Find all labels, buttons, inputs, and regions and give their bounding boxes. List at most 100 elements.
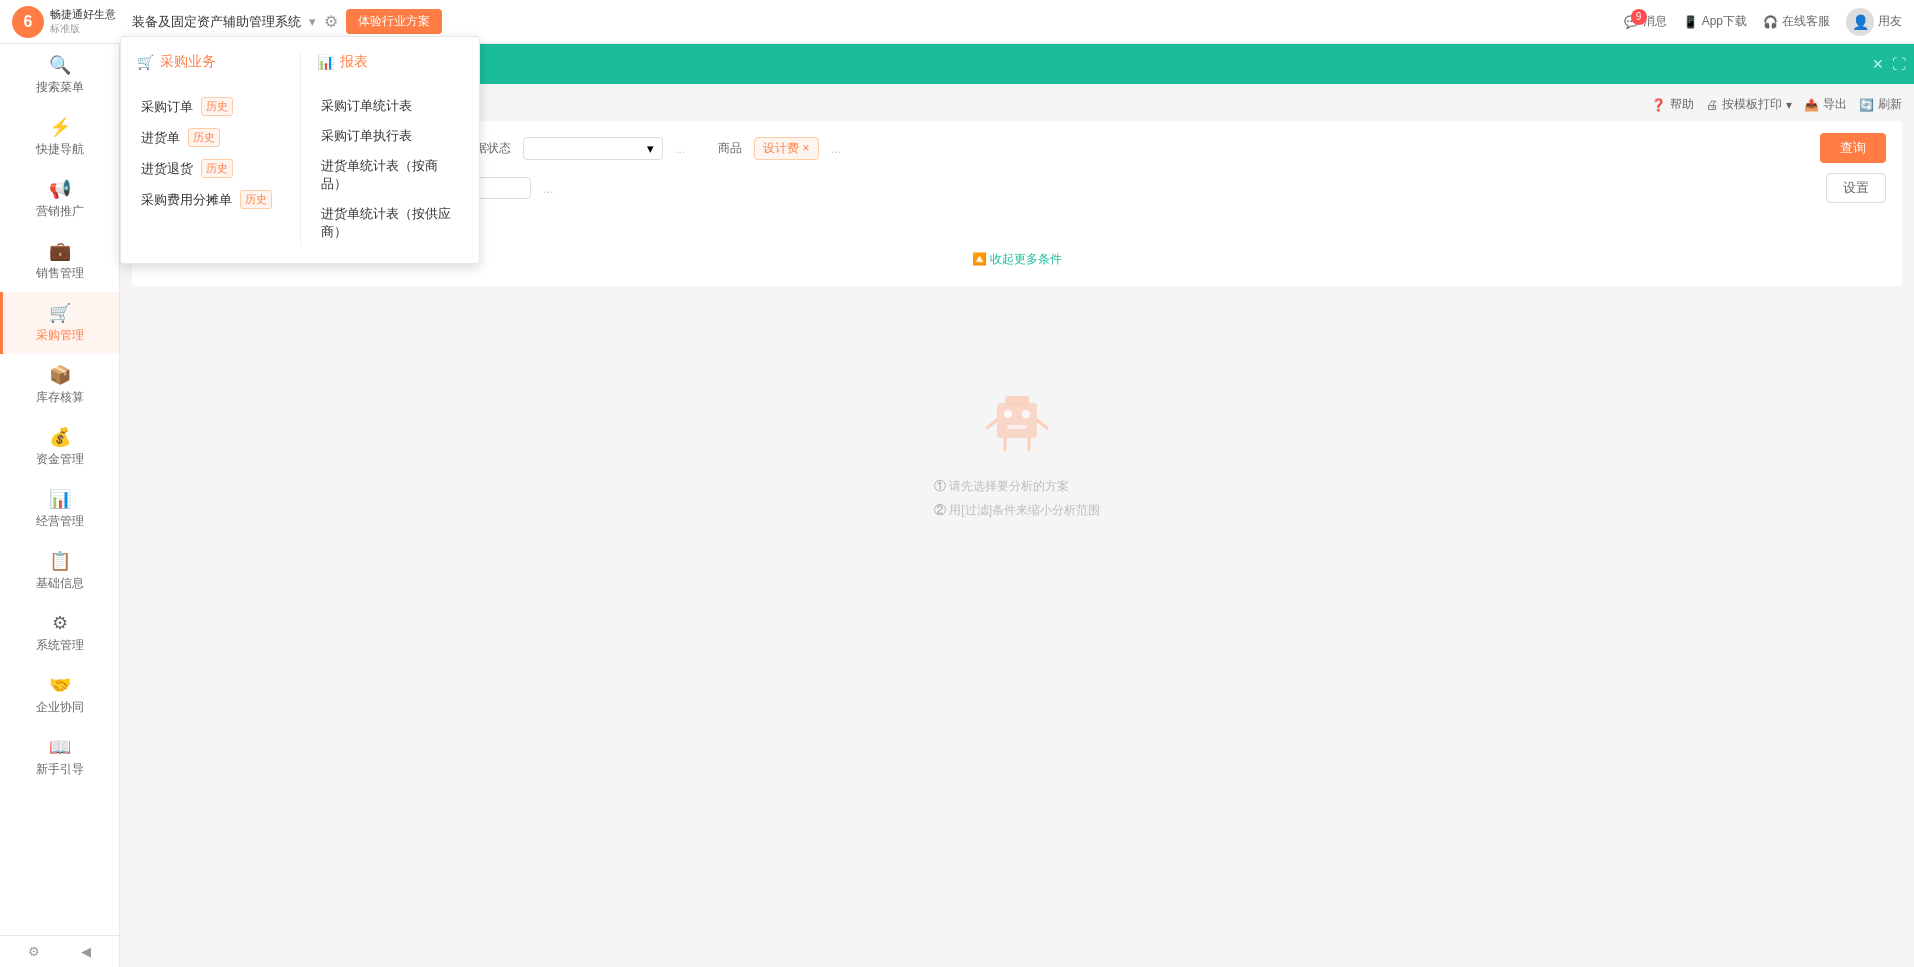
inbound-order-history[interactable]: 历史 bbox=[188, 128, 220, 147]
empty-state: ① 请先选择要分析的方案 ② 用[过滤]条件来缩小分析范围 bbox=[132, 298, 1902, 602]
sidebar-label-base: 基础信息 bbox=[36, 575, 84, 592]
logo-area: 6 畅捷通好生意 标准版 bbox=[12, 6, 132, 38]
app-download-item[interactable]: 📱 App下载 bbox=[1683, 13, 1747, 30]
sidebar-item-sales[interactable]: 💼 销售管理 bbox=[0, 230, 119, 292]
sidebar-item-finance[interactable]: 💰 资金管理 bbox=[0, 416, 119, 478]
goods-tag-close[interactable]: × bbox=[803, 141, 810, 155]
svg-line-7 bbox=[1037, 420, 1047, 428]
main-layout: 🔍 搜索菜单 ⚡ 快捷导航 📢 营销推广 💼 销售管理 🛒 采购管理 📦 库存核… bbox=[0, 44, 1914, 967]
headset-icon: 🎧 bbox=[1763, 15, 1778, 29]
sidebar-item-operation[interactable]: 📊 经营管理 bbox=[0, 478, 119, 540]
content-area: 首页 销售排行榜 × ✕ ⛶ ❓ 帮助 bbox=[120, 44, 1914, 967]
title-dropdown-icon[interactable]: ▾ bbox=[309, 14, 316, 29]
salesman-dots: ... bbox=[543, 181, 554, 196]
settings-icon[interactable]: ⚙ bbox=[324, 12, 338, 31]
empty-tip-2: ② 用[过滤]条件来缩小分析范围 bbox=[934, 498, 1100, 522]
avatar: 👤 bbox=[1846, 8, 1874, 36]
query-btn-area: 查询 bbox=[1820, 133, 1886, 163]
sidebar-item-guide[interactable]: 📖 新手引导 bbox=[0, 726, 119, 788]
empty-tip-1: ① 请先选择要分析的方案 bbox=[934, 474, 1100, 498]
window-close-icon[interactable]: ✕ bbox=[1872, 56, 1884, 72]
print-icon: 🖨 bbox=[1706, 98, 1718, 112]
svg-rect-0 bbox=[997, 403, 1037, 438]
svg-point-3 bbox=[1004, 410, 1012, 418]
dropdown-inbound-stat-goods[interactable]: 进货单统计表（按商品） bbox=[317, 151, 464, 199]
export-item[interactable]: 📤 导出 bbox=[1804, 96, 1847, 113]
msg-badge: 💬 9 bbox=[1624, 15, 1639, 29]
goods-tag: 设计费 × bbox=[754, 137, 819, 160]
dropdown-inbound-return[interactable]: 进货退货 历史 bbox=[137, 153, 284, 184]
print-item[interactable]: 🖨 按模板打印 ▾ bbox=[1706, 96, 1792, 113]
sidebar-label-cooperate: 企业协同 bbox=[36, 699, 84, 716]
message-item[interactable]: 💬 9 消息 bbox=[1624, 13, 1667, 30]
header-right: 💬 9 消息 📱 App下载 🎧 在线客服 👤 用友 bbox=[1624, 8, 1902, 36]
logo-text: 畅捷通好生意 bbox=[50, 7, 116, 21]
sales-icon: 💼 bbox=[49, 240, 71, 262]
online-service-item[interactable]: 🎧 在线客服 bbox=[1763, 13, 1830, 30]
query-btn[interactable]: 查询 bbox=[1820, 133, 1886, 163]
sidebar-item-cooperate[interactable]: 🤝 企业协同 bbox=[0, 664, 119, 726]
logo-icon: 6 bbox=[12, 6, 44, 38]
inbound-return-history[interactable]: 历史 bbox=[201, 159, 233, 178]
msg-count: 9 bbox=[1631, 9, 1647, 25]
sidebar: 🔍 搜索菜单 ⚡ 快捷导航 📢 营销推广 💼 销售管理 🛒 采购管理 📦 库存核… bbox=[0, 44, 120, 967]
sidebar-item-base[interactable]: 📋 基础信息 bbox=[0, 540, 119, 602]
quick-icon: ⚡ bbox=[49, 116, 71, 138]
sidebar-item-inventory[interactable]: 📦 库存核算 bbox=[0, 354, 119, 416]
industry-btn[interactable]: 体验行业方案 bbox=[346, 9, 442, 34]
collapse-icon: 🔼 bbox=[972, 252, 987, 266]
print-dropdown-icon: ▾ bbox=[1786, 98, 1792, 112]
sidebar-item-system[interactable]: ⚙ 系统管理 bbox=[0, 602, 119, 664]
goods-dots: ... bbox=[831, 141, 842, 156]
dropdown-purchase-section: 🛒 采购业务 采购订单 历史 进货单 历史 进货退货 历史 bbox=[137, 84, 284, 247]
sidebar-collapse-icon[interactable]: ◀ bbox=[81, 944, 91, 959]
system-icon: ⚙ bbox=[52, 612, 68, 634]
dropdown-inbound-order[interactable]: 进货单 历史 bbox=[137, 122, 284, 153]
operation-icon: 📊 bbox=[49, 488, 71, 510]
sidebar-label-inventory: 库存核算 bbox=[36, 389, 84, 406]
svg-rect-5 bbox=[1007, 425, 1027, 429]
dropdown-purchase-order[interactable]: 采购订单 历史 bbox=[137, 91, 284, 122]
sidebar-item-marketing[interactable]: 📢 营销推广 bbox=[0, 168, 119, 230]
search-icon: 🔍 bbox=[49, 54, 71, 76]
sidebar-label-purchase: 采购管理 bbox=[36, 327, 84, 344]
settings-btn-area: 设置 bbox=[1826, 173, 1886, 203]
sidebar-item-quick[interactable]: ⚡ 快捷导航 bbox=[0, 106, 119, 168]
sidebar-item-search[interactable]: 🔍 搜索菜单 bbox=[0, 44, 119, 106]
sidebar-label-operation: 经营管理 bbox=[36, 513, 84, 530]
help-label: 帮助 bbox=[1670, 96, 1694, 113]
guide-icon: 📖 bbox=[49, 736, 71, 758]
order-status-dropdown-icon: ▾ bbox=[647, 141, 654, 156]
sidebar-label-quick: 快捷导航 bbox=[36, 141, 84, 158]
system-title: 装备及固定资产辅助管理系统 bbox=[132, 13, 301, 31]
goods-label: 商品 bbox=[718, 140, 742, 157]
service-label: 在线客服 bbox=[1782, 13, 1830, 30]
app-label: App下载 bbox=[1702, 13, 1747, 30]
sidebar-settings-icon[interactable]: ⚙ bbox=[28, 944, 40, 959]
purchase-expense-history[interactable]: 历史 bbox=[240, 190, 272, 209]
phone-icon: 📱 bbox=[1683, 15, 1698, 29]
order-status-placeholder bbox=[532, 141, 643, 155]
dropdown-purchase-expense[interactable]: 采购费用分摊单 历史 bbox=[137, 184, 284, 215]
refresh-icon: 🔄 bbox=[1859, 98, 1874, 112]
order-status-input[interactable]: ▾ bbox=[523, 137, 663, 160]
window-maximize-icon[interactable]: ⛶ bbox=[1892, 56, 1906, 72]
page-content: ❓ 帮助 🖨 按模板打印 ▾ 📤 导出 🔄 刷新 bbox=[120, 84, 1914, 967]
sidebar-label-system: 系统管理 bbox=[36, 637, 84, 654]
sidebar-bottom: ⚙ ◀ bbox=[0, 935, 119, 967]
refresh-item[interactable]: 🔄 刷新 bbox=[1859, 96, 1902, 113]
dropdown-inbound-stat-supplier[interactable]: 进货单统计表（按供应商） bbox=[317, 199, 464, 247]
empty-tips: ① 请先选择要分析的方案 ② 用[过滤]条件来缩小分析范围 bbox=[934, 474, 1100, 522]
dropdown-purchase-order-exec[interactable]: 采购订单执行表 bbox=[317, 121, 464, 151]
sidebar-item-purchase[interactable]: 🛒 采购管理 bbox=[0, 292, 119, 354]
dropdown-purchase-order-stat[interactable]: 采购订单统计表 bbox=[317, 91, 464, 121]
help-item[interactable]: ❓ 帮助 bbox=[1651, 96, 1694, 113]
sidebar-label-guide: 新手引导 bbox=[36, 761, 84, 778]
settings-btn[interactable]: 设置 bbox=[1826, 173, 1886, 203]
dropdown-report-section: 📊 报表 采购订单统计表 采购订单执行表 进货单统计表（按商品） 进货单统计表（… bbox=[317, 84, 464, 247]
purchase-order-history[interactable]: 历史 bbox=[201, 97, 233, 116]
refresh-label: 刷新 bbox=[1878, 96, 1902, 113]
sidebar-label-finance: 资金管理 bbox=[36, 451, 84, 468]
order-status-dots: ... bbox=[675, 141, 686, 156]
user-item[interactable]: 👤 用友 bbox=[1846, 8, 1902, 36]
